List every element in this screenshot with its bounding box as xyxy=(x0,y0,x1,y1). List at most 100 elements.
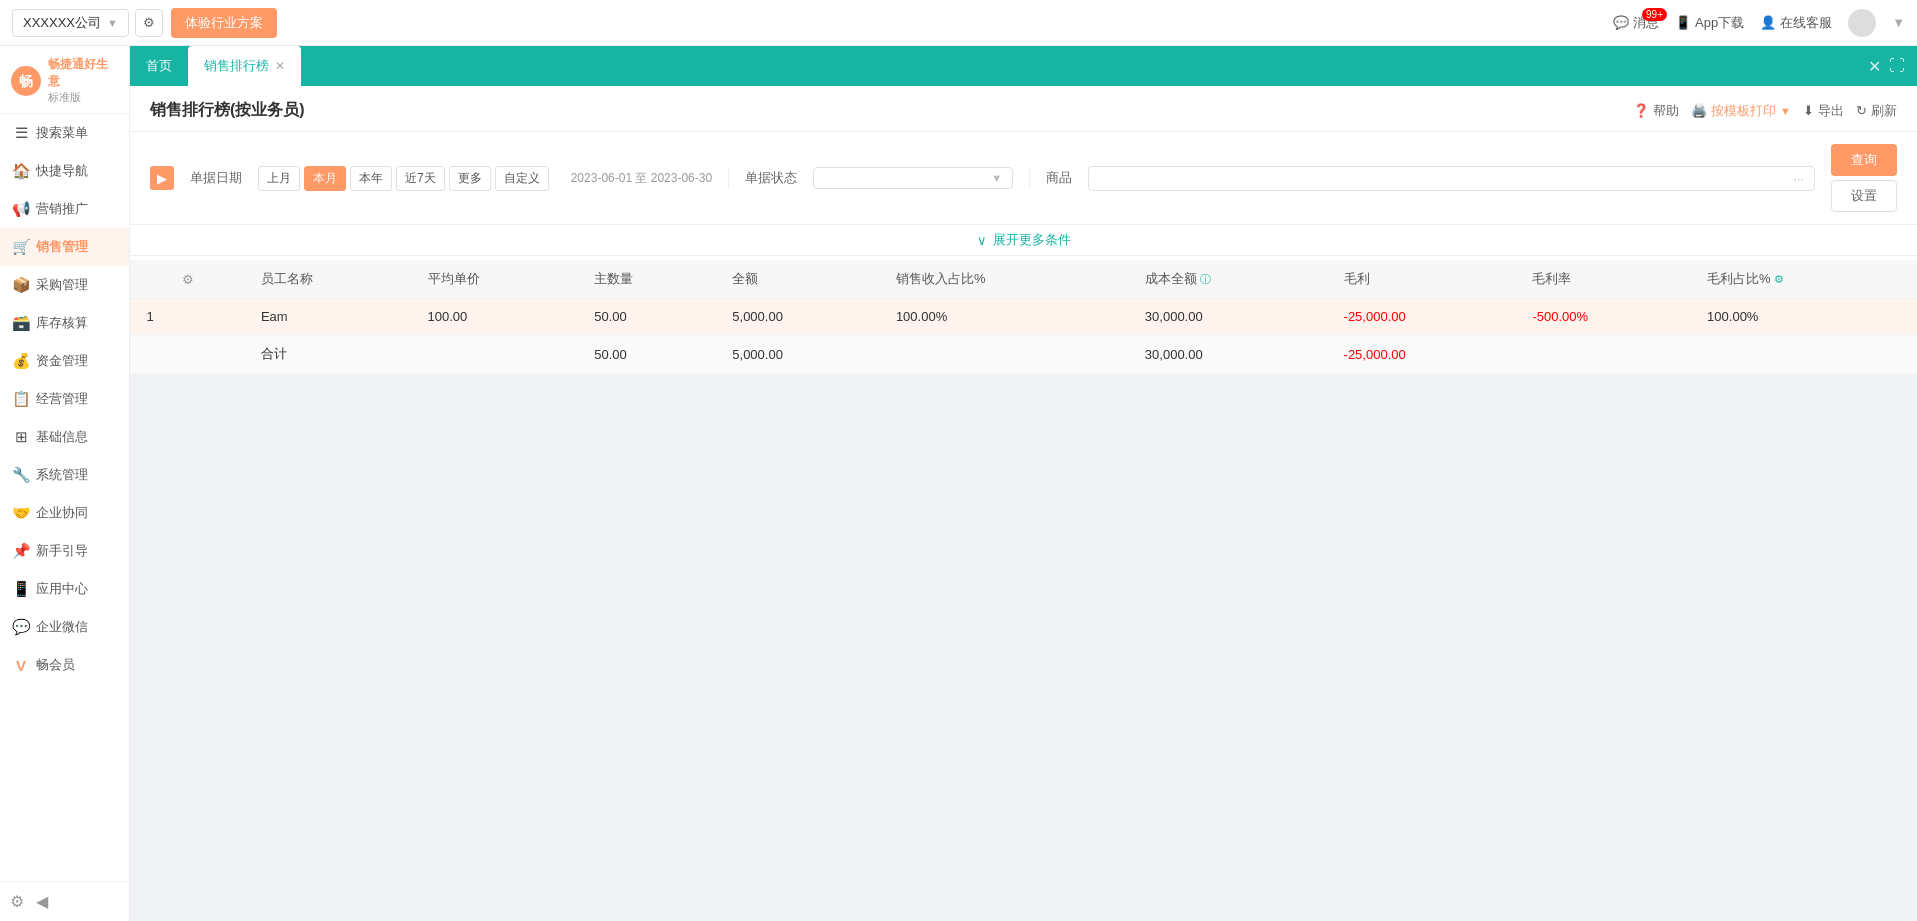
cell-profit: -25,000.00 xyxy=(1332,299,1521,335)
tab-home-label: 首页 xyxy=(146,57,172,75)
top-bar: XXXXXX公司 ▼ ⚙ 体验行业方案 💬 消息 99+ 📱 App下载 👤 在… xyxy=(0,0,1917,46)
date-btn-more[interactable]: 更多 xyxy=(449,166,491,191)
industry-button[interactable]: 体验行业方案 xyxy=(171,8,277,38)
sidebar-item-basic[interactable]: ⊞ 基础信息 xyxy=(0,418,129,456)
sidebar-item-marketing[interactable]: 📢 营销推广 xyxy=(0,190,129,228)
logo-icon: 畅 xyxy=(10,65,42,97)
date-btn-custom[interactable]: 自定义 xyxy=(495,166,549,191)
tab-home[interactable]: 首页 xyxy=(130,46,188,86)
message-button[interactable]: 💬 消息 99+ xyxy=(1613,14,1659,32)
help-button[interactable]: ❓ 帮助 xyxy=(1633,102,1679,120)
expand-icon: ∨ xyxy=(977,233,987,248)
date-btn-7days[interactable]: 近7天 xyxy=(396,166,445,191)
sidebar-item-label: 企业协同 xyxy=(36,504,88,522)
col-settings-icon[interactable]: ⚙ xyxy=(182,272,194,287)
tab-bar: 首页 销售排行榜 ✕ ✕ ⛶ xyxy=(130,46,1917,86)
export-button[interactable]: ⬇ 导出 xyxy=(1803,102,1844,120)
expand-more-conditions[interactable]: ∨ 展开更多条件 xyxy=(130,225,1917,256)
date-btn-this-month[interactable]: 本月 xyxy=(304,166,346,191)
footer-label: 合计 xyxy=(249,335,416,374)
sidebar-item-finance[interactable]: 💰 资金管理 xyxy=(0,342,129,380)
purchase-icon: 📦 xyxy=(12,276,30,294)
col-name: 员工名称 xyxy=(249,260,416,299)
cell-avg-price: 100.00 xyxy=(416,299,583,335)
app-download-button[interactable]: 📱 App下载 xyxy=(1675,14,1744,32)
tab-maximize-icon[interactable]: ⛶ xyxy=(1889,57,1905,75)
footer-cost: 30,000.00 xyxy=(1133,335,1332,374)
status-label: 单据状态 xyxy=(745,169,797,187)
tab-close-icon[interactable]: ✕ xyxy=(275,59,285,73)
marketing-icon: 📢 xyxy=(12,200,30,218)
query-button[interactable]: 查询 xyxy=(1831,144,1897,176)
goods-more-icon: ··· xyxy=(1793,171,1804,186)
settings-button[interactable]: ⚙ xyxy=(135,9,163,37)
date-btn-this-year[interactable]: 本年 xyxy=(350,166,392,191)
col-sales-ratio: 销售收入占比% xyxy=(884,260,1133,299)
footer-avg-price xyxy=(416,335,583,374)
date-label: 单据日期 xyxy=(190,169,242,187)
sidebar-item-search[interactable]: ☰ 搜索菜单 xyxy=(0,114,129,152)
cell-quantity: 50.00 xyxy=(582,299,720,335)
avatar[interactable] xyxy=(1848,9,1876,37)
sidebar-item-member[interactable]: V 畅会员 xyxy=(0,646,129,684)
system-icon: 🔧 xyxy=(12,466,30,484)
sidebar-item-label: 企业微信 xyxy=(36,618,88,636)
app-label: App下载 xyxy=(1695,14,1744,32)
page-title: 销售排行榜(按业务员) xyxy=(150,100,305,121)
sidebar-bottom: ⚙ ◀ xyxy=(0,881,129,921)
tab-close-window-icon[interactable]: ✕ xyxy=(1868,57,1881,76)
sidebar-item-operations[interactable]: 📋 经营管理 xyxy=(0,380,129,418)
cell-rank: 1 xyxy=(130,299,170,335)
sidebar-item-wechat[interactable]: 💬 企业微信 xyxy=(0,608,129,646)
footer-profit: -25,000.00 xyxy=(1332,335,1521,374)
refresh-button[interactable]: ↻ 刷新 xyxy=(1856,102,1897,120)
col-profit-rate: 毛利率 xyxy=(1520,260,1695,299)
sidebar-item-enterprise[interactable]: 🤝 企业协同 xyxy=(0,494,129,532)
service-label: 在线客服 xyxy=(1780,14,1832,32)
sidebar-item-shortcut[interactable]: 🏠 快捷导航 xyxy=(0,152,129,190)
date-btn-last-month[interactable]: 上月 xyxy=(258,166,300,191)
status-select[interactable]: ▼ xyxy=(813,167,1013,189)
inventory-icon: 🗃️ xyxy=(12,314,30,332)
cell-profit-rate: -500.00% xyxy=(1520,299,1695,335)
search-menu-icon: ☰ xyxy=(12,124,30,142)
print-button[interactable]: 🖨️ 按模板打印 ▼ xyxy=(1691,102,1791,120)
sidebar-item-apps[interactable]: 📱 应用中心 xyxy=(0,570,129,608)
logo-text: 畅捷通好生意 标准版 xyxy=(48,56,119,105)
help-label: 帮助 xyxy=(1653,102,1679,120)
goods-input[interactable]: ··· xyxy=(1088,166,1815,191)
data-table: ⚙ 员工名称 平均单价 主数量 全额 销售收入占比% 成本全额 ⓘ 毛利 毛利率 xyxy=(130,260,1917,374)
sidebar-item-system[interactable]: 🔧 系统管理 xyxy=(0,456,129,494)
user-name[interactable]: ▼ xyxy=(1892,15,1905,30)
sidebar-item-label: 基础信息 xyxy=(36,428,88,446)
sidebar-item-label: 新手引导 xyxy=(36,542,88,560)
footer-empty-1 xyxy=(130,335,170,374)
col-quantity: 主数量 xyxy=(582,260,720,299)
sidebar-settings-icon[interactable]: ⚙ xyxy=(10,892,24,911)
company-selector[interactable]: XXXXXX公司 ▼ xyxy=(12,9,129,37)
print-icon: 🖨️ xyxy=(1691,103,1707,118)
sidebar-item-guide[interactable]: 📌 新手引导 xyxy=(0,532,129,570)
message-badge: 99+ xyxy=(1642,8,1667,21)
filter-divider-2 xyxy=(1029,168,1030,188)
chevron-down-icon: ▼ xyxy=(107,17,118,29)
online-service-button[interactable]: 👤 在线客服 xyxy=(1760,14,1832,32)
app-container: XXXXXX公司 ▼ ⚙ 体验行业方案 💬 消息 99+ 📱 App下载 👤 在… xyxy=(0,0,1917,921)
tab-sales-rank-label: 销售排行榜 xyxy=(204,57,269,75)
filter-divider-1 xyxy=(728,168,729,188)
filter-toggle-button[interactable]: ▶ xyxy=(150,166,174,190)
app-icon: 📱 xyxy=(1675,15,1691,30)
sidebar-item-sales[interactable]: 🛒 销售管理 xyxy=(0,228,129,266)
filter-bar: ▶ 单据日期 上月 本月 本年 近7天 更多 自定义 2023-06-01 至 … xyxy=(130,132,1917,225)
col-profit: 毛利 xyxy=(1332,260,1521,299)
sidebar-item-inventory[interactable]: 🗃️ 库存核算 xyxy=(0,304,129,342)
sidebar-item-label: 采购管理 xyxy=(36,276,88,294)
filter-settings-button[interactable]: 设置 xyxy=(1831,180,1897,212)
page-content: 销售排行榜(按业务员) ❓ 帮助 🖨️ 按模板打印 ▼ xyxy=(130,86,1917,921)
col-settings: ⚙ xyxy=(170,260,249,299)
sidebar-item-purchase[interactable]: 📦 采购管理 xyxy=(0,266,129,304)
tab-sales-rank[interactable]: 销售排行榜 ✕ xyxy=(188,46,301,86)
basic-icon: ⊞ xyxy=(12,428,30,446)
top-bar-right: 💬 消息 99+ 📱 App下载 👤 在线客服 ▼ xyxy=(1613,9,1905,37)
sidebar-collapse-icon[interactable]: ◀ xyxy=(36,892,48,911)
